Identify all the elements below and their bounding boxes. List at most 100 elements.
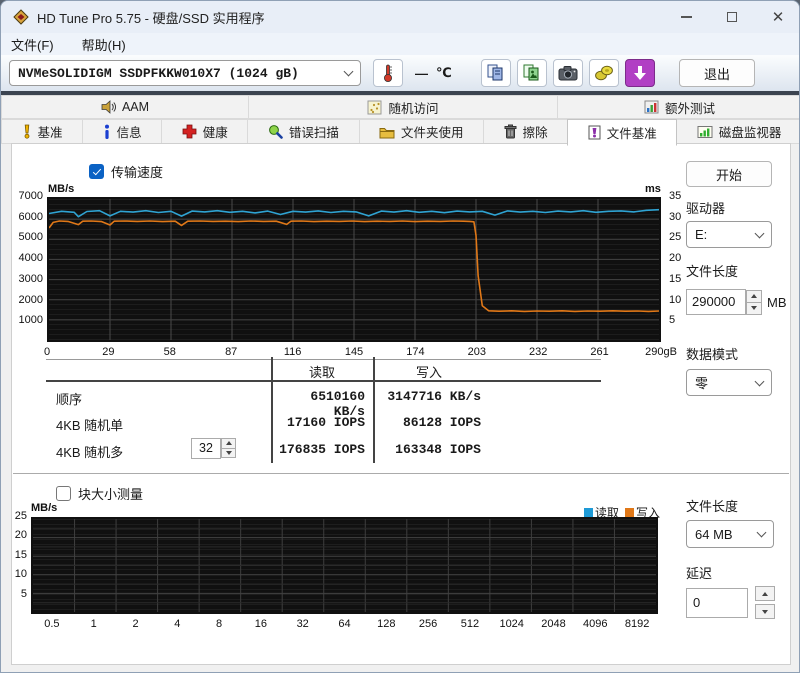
start-button[interactable]: 开始 — [686, 161, 772, 187]
tab-benchmark[interactable]: 基准 — [1, 119, 84, 144]
temperature-unit: ℃ — [436, 65, 452, 80]
file-length-down-button[interactable] — [746, 301, 762, 315]
delay-label: 延迟 — [686, 566, 713, 581]
queue-depth-value[interactable]: 32 — [191, 438, 221, 459]
copy-image-button[interactable] — [517, 59, 547, 87]
tab-extra-tests-label: 额外测试 — [664, 101, 715, 116]
axis-tick: 512 — [460, 618, 480, 630]
copy-text-button[interactable] — [481, 59, 511, 87]
axis-tick: 16 — [254, 618, 268, 630]
drive-combobox-value: NVMeSOLIDIGM SSDPFKKW010X7 (1024 gB) — [18, 65, 299, 81]
tab-random-access[interactable]: 随机访问 — [248, 95, 558, 119]
axis-tick: 6000 — [18, 210, 43, 223]
tab-info[interactable]: 信息 — [82, 119, 163, 144]
block-file-length-combobox[interactable]: 64 MB — [686, 520, 774, 548]
drive-letter-combobox[interactable]: E: — [686, 221, 772, 248]
section-divider — [13, 473, 789, 474]
arrow-up-icon — [225, 441, 232, 446]
drive-combobox[interactable]: NVMeSOLIDIGM SSDPFKKW010X7 (1024 gB) — [9, 60, 361, 86]
delay-up-button[interactable] — [755, 586, 775, 601]
title-bar: HD Tune Pro 5.75 - 硬盘/SSD 实用程序 ✕ — [1, 1, 799, 33]
tab-file-benchmark[interactable]: 文件基准 — [567, 119, 678, 146]
table-col-read: 读取 — [308, 365, 335, 380]
maximize-button[interactable] — [709, 1, 755, 33]
file-length-value[interactable]: 290000 — [686, 289, 746, 315]
block-size-checkbox[interactable]: 块大小测量 — [56, 484, 143, 503]
options-icon — [595, 65, 613, 81]
axis-tick: 145 — [344, 346, 364, 358]
axis-tick: 8 — [216, 618, 223, 630]
axis-tick: 2048 — [541, 618, 566, 630]
folder-usage-icon — [379, 127, 395, 138]
table-row-label: 4KB 随机多 — [56, 445, 124, 460]
axis-tick: 8192 — [624, 618, 650, 630]
axis-tick: 4 — [174, 618, 181, 630]
extra-test-icon — [644, 100, 659, 114]
chevron-down-icon — [756, 527, 767, 538]
tab-health[interactable]: 健康 — [161, 119, 249, 144]
axis-tick: 29 — [102, 346, 115, 358]
copy-image-icon — [523, 64, 539, 81]
axis-tick: 1024 — [499, 618, 524, 630]
download-button[interactable] — [625, 59, 655, 87]
tab-info-label: 信息 — [116, 126, 142, 140]
minimize-button[interactable] — [663, 1, 709, 33]
axis-tick: 25 — [14, 510, 27, 522]
thermometer-icon — [384, 64, 392, 82]
block-size-label: 块大小测量 — [78, 487, 144, 502]
axis-tick: 0 — [43, 346, 51, 358]
axis-tick: 15 — [669, 272, 682, 285]
queue-down-button[interactable] — [221, 447, 236, 458]
axis-tick: 7000 — [18, 190, 43, 202]
exit-button[interactable]: 退出 — [679, 59, 755, 87]
tab-error-scan-label: 错误扫描 — [288, 126, 339, 140]
legend-write-swatch — [625, 508, 635, 517]
table-cell-rand1-write: 86128 IOPS — [402, 415, 481, 430]
temperature-button[interactable] — [373, 59, 403, 87]
axis-tick: 64 — [338, 618, 351, 630]
close-button[interactable]: ✕ — [755, 1, 799, 33]
transfer-speed-chart — [47, 197, 661, 342]
axis-tick: 5 — [669, 314, 676, 327]
app-window: HD Tune Pro 5.75 - 硬盘/SSD 实用程序 ✕ 文件(F) 帮… — [0, 0, 800, 673]
tab-erase[interactable]: 擦除 — [483, 119, 569, 144]
tab-aam[interactable]: AAM — [1, 95, 249, 119]
delay-input[interactable]: 0 — [686, 588, 748, 618]
menu-help[interactable]: 帮助(H) — [82, 35, 126, 54]
tab-folder-usage[interactable]: 文件夹使用 — [358, 119, 485, 144]
axis-tick: 290gB — [645, 346, 677, 358]
block-size-chart — [31, 517, 658, 614]
tab-aam-label: AAM — [121, 100, 150, 114]
axis-tick: 3000 — [18, 272, 43, 285]
camera-button[interactable] — [553, 59, 583, 87]
data-mode-combobox[interactable]: 零 — [686, 369, 772, 396]
delay-down-button[interactable] — [755, 604, 775, 619]
tab-erase-label: 擦除 — [522, 126, 548, 140]
axis-tick: 4000 — [18, 252, 43, 265]
minimize-icon — [680, 16, 692, 18]
table-col-write: 写入 — [415, 365, 442, 380]
tab-row-lower: 基准 信息 健康 错误扫描 文件夹使用 擦除 文件基准 磁盘监视器 — [1, 119, 799, 146]
tab-extra-tests[interactable]: 额外测试 — [557, 95, 799, 119]
tab-disk-monitor-label: 磁盘监视器 — [718, 126, 782, 140]
temperature-value: — — [415, 65, 428, 81]
axis-tick: 232 — [529, 346, 548, 358]
file-length-label: 文件长度 — [686, 264, 739, 279]
download-icon — [634, 66, 646, 80]
axis-tick: 1 — [90, 618, 97, 630]
tab-disk-monitor[interactable]: 磁盘监视器 — [676, 119, 799, 144]
transfer-speed-checkbox[interactable]: 传输速度 — [89, 162, 163, 181]
drive-letter-value: E: — [695, 227, 708, 242]
block-file-length-value: 64 MB — [695, 526, 733, 542]
main-chart-y-axis-label: MB/s — [48, 183, 75, 195]
file-length-spinner[interactable]: 290000 MB — [686, 289, 787, 315]
queue-depth-spinner[interactable]: 32 — [191, 438, 236, 459]
axis-tick: 20 — [14, 529, 27, 542]
toolbar: NVMeSOLIDIGM SSDPFKKW010X7 (1024 gB) — ℃… — [1, 55, 799, 91]
tab-row-upper: AAM 随机访问 额外测试 — [1, 95, 799, 119]
menu-file[interactable]: 文件(F) — [11, 35, 54, 54]
tab-error-scan[interactable]: 错误扫描 — [247, 119, 360, 144]
options-button[interactable] — [589, 59, 619, 87]
scatter-icon — [367, 100, 382, 114]
tab-random-access-label: 随机访问 — [388, 101, 439, 116]
